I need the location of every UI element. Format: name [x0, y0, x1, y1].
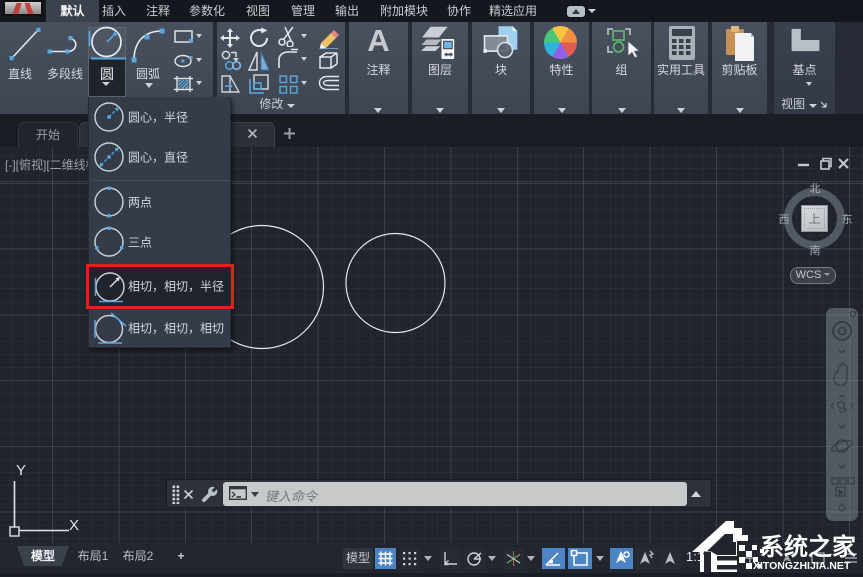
svg-text:X: X: [69, 517, 79, 534]
svg-text:Y: Y: [16, 462, 26, 479]
svg-text:XITONGZHIJIA.NET: XITONGZHIJIA.NET: [753, 560, 851, 572]
svg-text:系统之家: 系统之家: [760, 533, 856, 561]
